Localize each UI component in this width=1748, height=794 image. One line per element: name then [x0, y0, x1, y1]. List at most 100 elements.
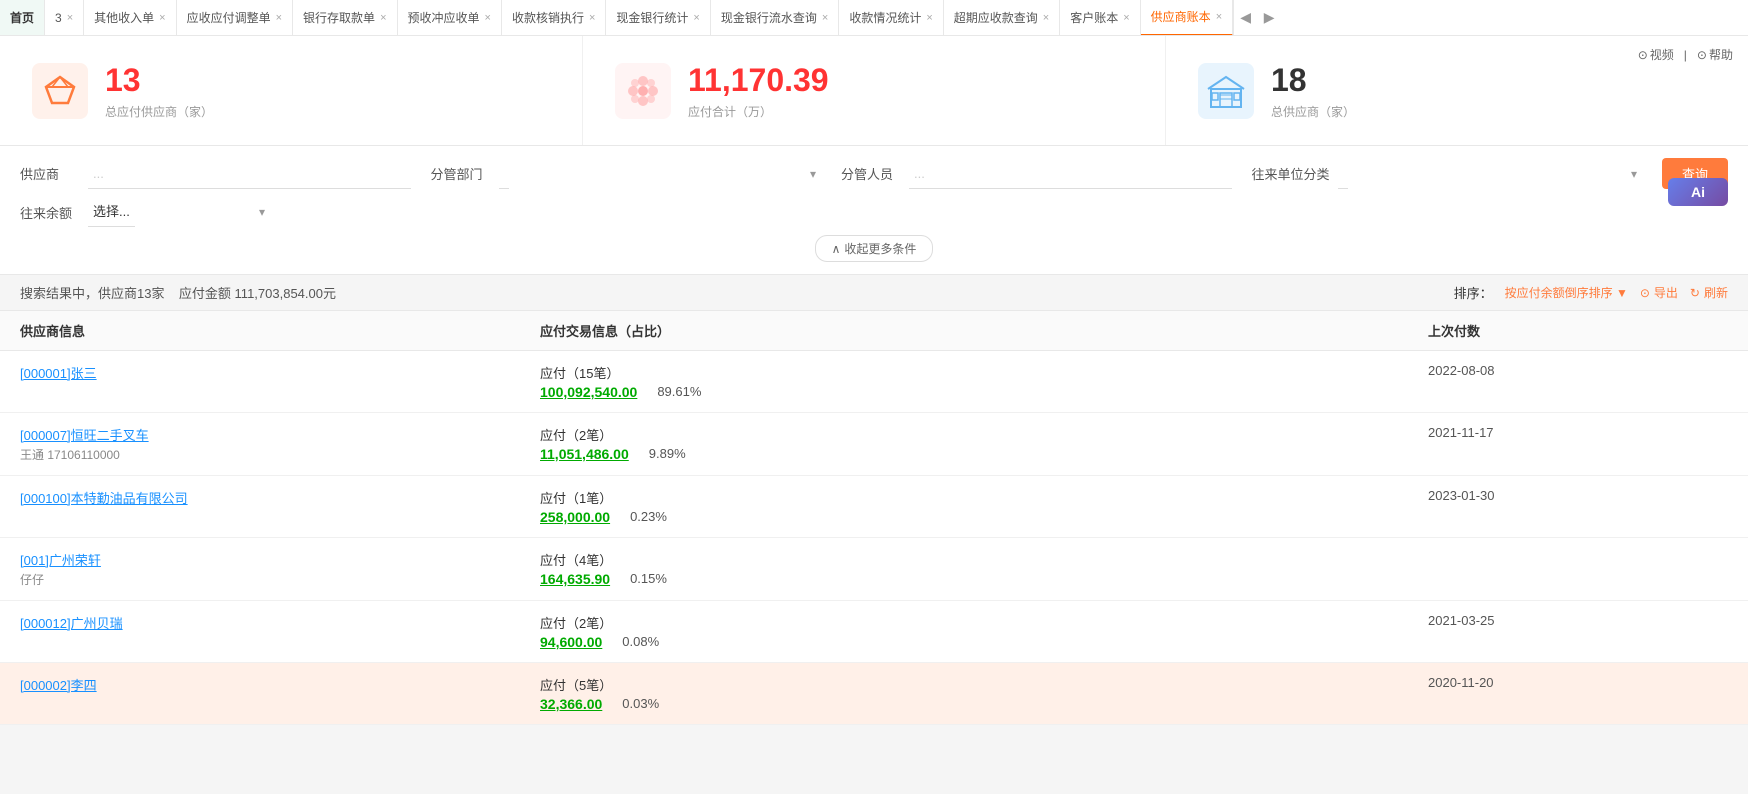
collapse-button[interactable]: ∧ 收起更多条件 — [815, 235, 934, 262]
filter-dept: 分管部门 — [431, 159, 822, 189]
nav-tab-prepay-offset-close[interactable]: × — [485, 12, 491, 24]
nav-tab-other-income[interactable]: 其他收入单 × — [84, 0, 176, 36]
stat-icon-diamond — [30, 61, 90, 121]
filter-dept-select[interactable] — [499, 159, 509, 189]
sep1: | — [1684, 46, 1687, 63]
nav-tab-ar-ap-adjust[interactable]: 应收应付调整单 × — [177, 0, 293, 36]
filter-row-2: 往来余额 选择... — [20, 197, 1728, 227]
nav-tab-bank-deposit[interactable]: 银行存取款单 × — [293, 0, 397, 36]
table-row: [001]广州荣轩 仔仔 应付（4笔） 164,635.90 0.15% — [0, 538, 1748, 601]
export-button[interactable]: ⊙ 导出 — [1640, 284, 1678, 301]
nav-tab-overdue-ar-close[interactable]: × — [1043, 12, 1049, 24]
nav-tab-prepay-offset[interactable]: 预收冲应收单 × — [398, 0, 502, 36]
tx-amount-4[interactable]: 94,600.00 — [540, 634, 602, 650]
nav-tab-3-close[interactable]: × — [67, 12, 73, 24]
supplier-name-0[interactable]: [000001]张三 — [20, 363, 540, 382]
tx-amount-1[interactable]: 11,051,486.00 — [540, 446, 629, 462]
tx-info-2: 应付（1笔） 258,000.00 0.23% — [540, 488, 1428, 525]
nav-tab-ar-ap-adjust-close[interactable]: × — [276, 12, 282, 24]
table-row: [000001]张三 应付（15笔） 100,092,540.00 89.61%… — [0, 351, 1748, 413]
nav-tab-collection-stats-close[interactable]: × — [926, 12, 932, 24]
filter-supplier: 供应商 — [20, 159, 411, 189]
tx-label-5: 应付（5笔） — [540, 675, 1428, 694]
supplier-name-4[interactable]: [000012]广州贝瑞 — [20, 613, 540, 632]
tx-percent-3: 0.15% — [630, 571, 667, 586]
stat-value-suppliers: 13 — [105, 61, 213, 99]
nav-tab-collection-exec-close[interactable]: × — [589, 12, 595, 24]
tx-amount-5[interactable]: 32,366.00 — [540, 696, 602, 712]
table-row: [000012]广州贝瑞 应付（2笔） 94,600.00 0.08% 2021… — [0, 601, 1748, 663]
tx-percent-1: 9.89% — [649, 446, 686, 461]
nav-tab-cash-bank-flow[interactable]: 现金银行流水查询 × — [711, 0, 839, 36]
nav-tab-bank-deposit-close[interactable]: × — [380, 12, 386, 24]
table-body: [000001]张三 应付（15笔） 100,092,540.00 89.61%… — [0, 351, 1748, 725]
video-link[interactable]: ⊙ 视频 — [1638, 46, 1674, 63]
tx-amount-3[interactable]: 164,635.90 — [540, 571, 610, 587]
nav-tab-3[interactable]: 3 × — [45, 0, 84, 36]
sort-select[interactable]: 按应付余额倒序排序 ▼ — [1505, 284, 1628, 301]
filter-category-select[interactable] — [1338, 159, 1348, 189]
filter-balance: 往来余额 选择... — [20, 197, 270, 227]
tx-row-5: 32,366.00 0.03% — [540, 694, 1428, 712]
stat-block-payable-total: 11,170.39 应付合计（万） — [583, 36, 1166, 145]
supplier-info-5: [000002]李四 — [20, 675, 540, 694]
nav-tab-home[interactable]: 首页 — [0, 0, 45, 36]
tx-percent-5: 0.03% — [622, 696, 659, 711]
nav-left-arrow[interactable]: ◀ — [1233, 0, 1257, 36]
filter-row-1: 供应商 分管部门 分管人员 往来单位分类 查询 — [20, 158, 1728, 189]
tx-row-4: 94,600.00 0.08% — [540, 632, 1428, 650]
filter-balance-wrapper: 选择... — [88, 197, 270, 227]
supplier-name-5[interactable]: [000002]李四 — [20, 675, 540, 694]
nav-tab-cash-bank-stats-close[interactable]: × — [693, 12, 699, 24]
flower-icon — [615, 63, 671, 119]
last-pay-4: 2021-03-25 — [1428, 613, 1728, 628]
nav-tab-other-income-close[interactable]: × — [159, 12, 165, 24]
filter-dept-label: 分管部门 — [431, 164, 491, 183]
col-header-last-pay: 上次付数 — [1428, 321, 1728, 340]
supplier-info-4: [000012]广州贝瑞 — [20, 613, 540, 632]
supplier-name-2[interactable]: [000100]本特勤油品有限公司 — [20, 488, 540, 507]
filter-person-input[interactable] — [909, 159, 1232, 189]
collapse-label: 收起更多条件 — [844, 240, 916, 257]
filter-balance-select[interactable]: 选择... — [88, 197, 135, 227]
nav-tab-collection-stats[interactable]: 收款情况统计 × — [839, 0, 943, 36]
stat-block-total-suppliers: 18 总供应商（家） ⊙ 视频 | ⊙ 帮助 — [1166, 36, 1748, 145]
tx-percent-2: 0.23% — [630, 509, 667, 524]
help-link[interactable]: ⊙ 帮助 — [1697, 46, 1733, 63]
stat-content-payable: 11,170.39 应付合计（万） — [688, 61, 829, 120]
supplier-sub-1: 王通 17106110000 — [20, 446, 540, 463]
tx-amount-0[interactable]: 100,092,540.00 — [540, 384, 637, 400]
supplier-name-3[interactable]: [001]广州荣轩 — [20, 550, 540, 569]
table-row: [000100]本特勤油品有限公司 应付（1笔） 258,000.00 0.23… — [0, 476, 1748, 538]
tx-row-3: 164,635.90 0.15% — [540, 569, 1428, 587]
nav-tab-overdue-ar[interactable]: 超期应收款查询 × — [944, 0, 1060, 36]
refresh-button[interactable]: ↻ 刷新 — [1690, 284, 1728, 301]
nav-tab-collection-stats-label: 收款情况统计 — [849, 9, 921, 26]
collapse-icon: ∧ — [832, 242, 841, 256]
nav-tab-supplier-ledger-close[interactable]: × — [1216, 11, 1222, 23]
supplier-name-1[interactable]: [000007]恒旺二手叉车 — [20, 425, 540, 444]
tx-label-3: 应付（4笔） — [540, 550, 1428, 569]
last-pay-0: 2022-08-08 — [1428, 363, 1728, 378]
tx-label-2: 应付（1笔） — [540, 488, 1428, 507]
nav-tab-cash-bank-stats[interactable]: 现金银行统计 × — [606, 0, 710, 36]
nav-tab-cash-bank-flow-close[interactable]: × — [822, 12, 828, 24]
stat-label-payable: 应付合计（万） — [688, 103, 829, 120]
ai-badge[interactable]: Ai — [1668, 178, 1728, 206]
tx-percent-0: 89.61% — [657, 384, 701, 399]
supplier-sub-3: 仔仔 — [20, 571, 540, 588]
filter-category: 往来单位分类 — [1252, 159, 1643, 189]
nav-right-arrow[interactable]: ▶ — [1257, 0, 1281, 36]
nav-tab-customer-ledger-close[interactable]: × — [1123, 12, 1129, 24]
nav-tab-collection-exec[interactable]: 收款核销执行 × — [502, 0, 606, 36]
filter-more: ∧ 收起更多条件 — [20, 235, 1728, 262]
filter-category-wrapper — [1338, 159, 1642, 189]
tx-amount-2[interactable]: 258,000.00 — [540, 509, 610, 525]
results-info-amount: 应付金额 111,703,854.00元 — [179, 286, 336, 301]
filter-supplier-input[interactable] — [88, 159, 411, 189]
last-pay-5: 2020-11-20 — [1428, 675, 1728, 690]
tx-row-2: 258,000.00 0.23% — [540, 507, 1428, 525]
tx-info-5: 应付（5笔） 32,366.00 0.03% — [540, 675, 1428, 712]
nav-tab-customer-ledger[interactable]: 客户账本 × — [1060, 0, 1140, 36]
nav-tab-supplier-ledger[interactable]: 供应商账本 × — [1141, 0, 1233, 36]
